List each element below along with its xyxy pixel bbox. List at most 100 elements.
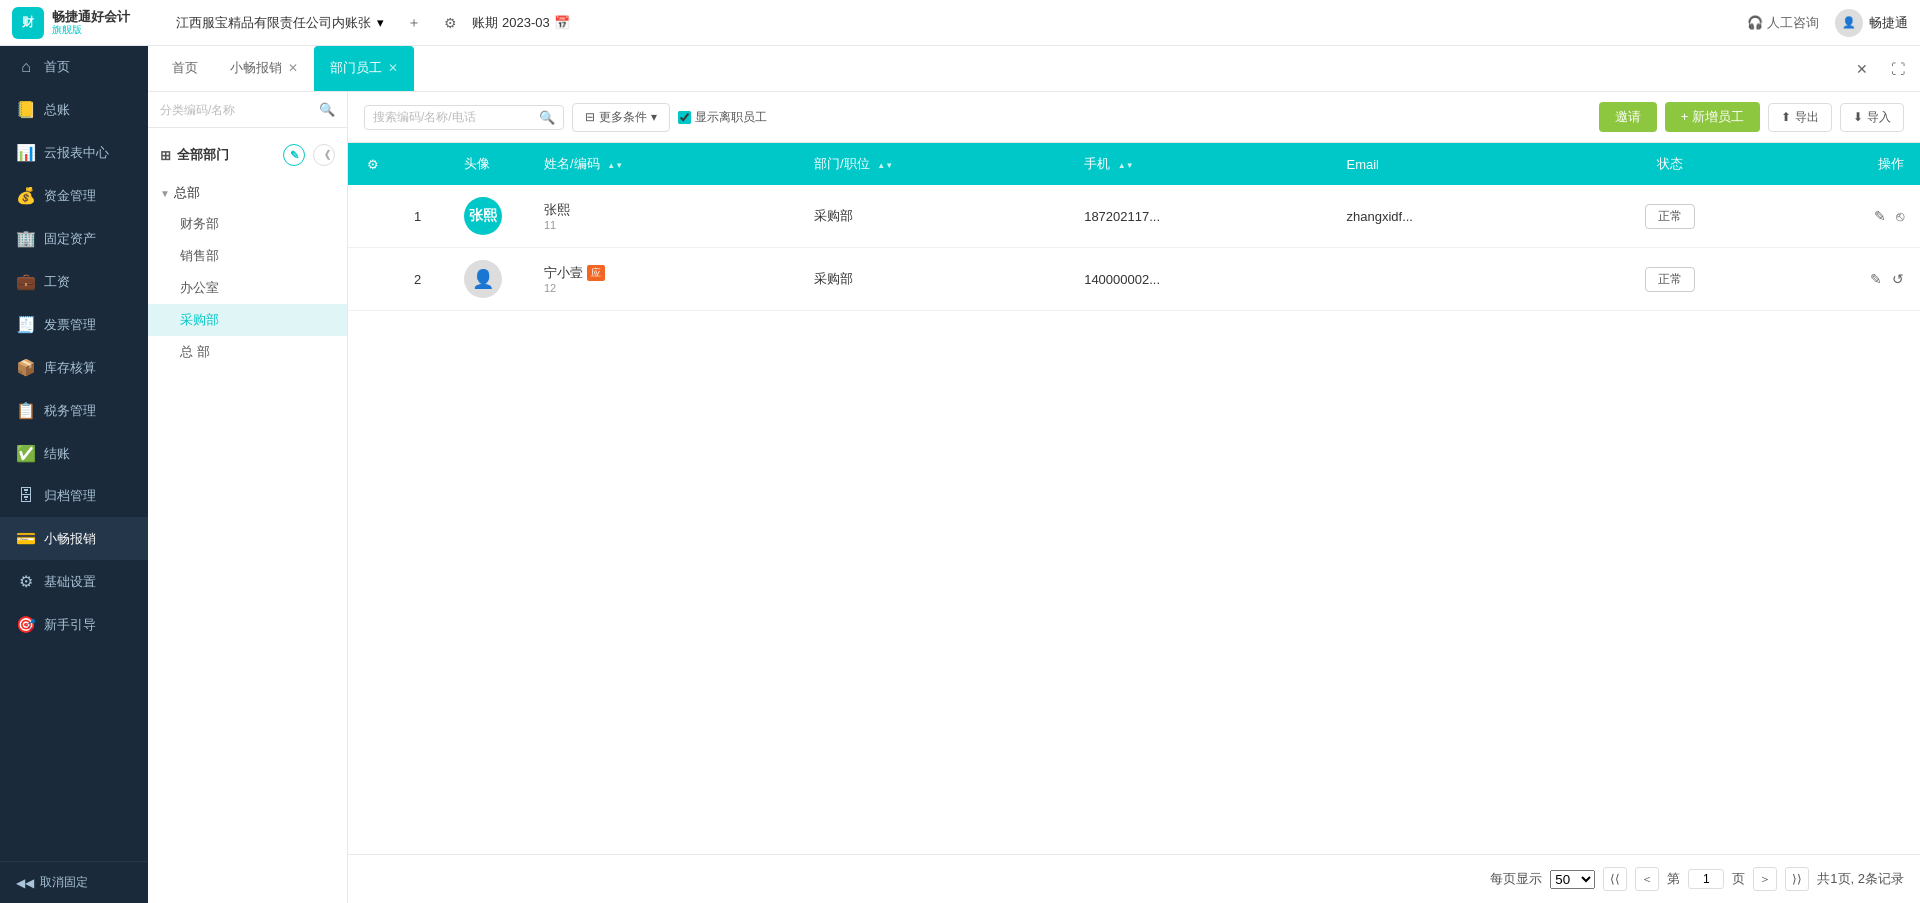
sidebar-item-closing[interactable]: ✅ 结账 <box>0 432 148 475</box>
sidebar-item-guide[interactable]: 🎯 新手引导 <box>0 603 148 646</box>
tab-close-all[interactable]: ✕ <box>1848 55 1876 83</box>
sidebar-item-reports[interactable]: 📊 云报表中心 <box>0 131 148 174</box>
settings-icon[interactable]: ⚙ <box>436 9 464 37</box>
page-size-select[interactable]: 50 20 100 <box>1550 870 1595 889</box>
table-header-row: ⚙ 头像 姓名/编码 ▲▼ <box>348 143 1920 185</box>
dept-all-item[interactable]: ⊞ 全部部门 ✎ 《 <box>148 136 347 174</box>
page-number-input[interactable] <box>1688 869 1724 889</box>
dept-sort-icon: ▲▼ <box>877 162 893 170</box>
row-index: 2 <box>398 248 448 311</box>
sidebar-item-general-ledger[interactable]: 📒 总账 <box>0 88 148 131</box>
username: 畅捷通 <box>1869 14 1908 32</box>
sidebar-item-archive[interactable]: 🗄 归档管理 <box>0 475 148 517</box>
logo-icon: 财 <box>12 7 44 39</box>
import-label: 导入 <box>1867 109 1891 126</box>
page-size-label: 每页显示 <box>1490 870 1542 888</box>
tab-expense[interactable]: 小畅报销 ✕ <box>214 46 314 91</box>
dept-group-header[interactable]: ▼ 总部 <box>148 178 347 208</box>
sidebar-item-settings[interactable]: ⚙ 基础设置 <box>0 560 148 603</box>
inventory-icon: 📦 <box>16 358 36 377</box>
dept-item-caiwubu[interactable]: 财务部 <box>148 208 347 240</box>
col-settings[interactable]: ⚙ <box>348 143 398 185</box>
dept-search-area: 🔍 <box>148 92 347 128</box>
col-dept[interactable]: 部门/职位 ▲▼ <box>798 143 1068 185</box>
status-badge: 正常 <box>1645 267 1695 292</box>
show-resigned-checkbox[interactable] <box>678 111 691 124</box>
sidebar-item-inventory[interactable]: 📦 库存核算 <box>0 346 148 389</box>
dept-item-caigoubu[interactable]: 采购部 <box>148 304 347 336</box>
sidebar-label-inventory: 库存核算 <box>44 359 96 377</box>
import-button[interactable]: ⬇ 导入 <box>1840 103 1904 132</box>
page-prev-button[interactable]: ＜ <box>1635 867 1659 891</box>
employees-table-element: ⚙ 头像 姓名/编码 ▲▼ <box>348 143 1920 311</box>
col-name[interactable]: 姓名/编码 ▲▼ <box>528 143 798 185</box>
tab-expand[interactable]: ⛶ <box>1884 55 1912 83</box>
dept-search-input[interactable] <box>160 103 313 117</box>
col-phone[interactable]: 手机 ▲▼ <box>1068 143 1330 185</box>
row-checkbox-cell <box>348 248 398 311</box>
page-content: 🔍 ⊞ 全部部门 ✎ 《 ▼ 总部 财 <box>148 92 1920 903</box>
user-info[interactable]: 👤 畅捷通 <box>1835 9 1908 37</box>
filter-label: 更多条件 <box>599 109 647 126</box>
col-index <box>398 143 448 185</box>
tab-employees[interactable]: 部门员工 ✕ <box>314 46 414 91</box>
row-dept-cell: 采购部 <box>798 248 1068 311</box>
dept-item-bangongshi[interactable]: 办公室 <box>148 272 347 304</box>
header-right: 🎧 人工咨询 👤 畅捷通 <box>1747 9 1908 37</box>
pagination-bar: 每页显示 50 20 100 ⟨⟨ ＜ 第 页 ＞ ⟩⟩ 共1页, 2条记录 <box>348 854 1920 903</box>
user-avatar: 👤 <box>1835 9 1863 37</box>
home-icon: ⌂ <box>16 58 36 76</box>
filter-button[interactable]: ⊟ 更多条件 ▾ <box>572 103 670 132</box>
add-employee-button[interactable]: + 新增员工 <box>1665 102 1760 132</box>
dept-collapse-button[interactable]: 《 <box>313 144 335 166</box>
top-header: 财 畅捷通好会计 旗舰版 江西服宝精品有限责任公司内账张 ▾ ＋ ⚙ 账期 20… <box>0 0 1920 46</box>
tab-home[interactable]: 首页 <box>156 46 214 91</box>
guide-icon: 🎯 <box>16 615 36 634</box>
edit-icon[interactable]: ✎ <box>1870 271 1882 287</box>
sidebar-item-home[interactable]: ⌂ 首页 <box>0 46 148 88</box>
tab-expense-close[interactable]: ✕ <box>288 61 298 75</box>
sidebar-item-invoices[interactable]: 🧾 发票管理 <box>0 303 148 346</box>
closing-icon: ✅ <box>16 444 36 463</box>
import-icon: ⬇ <box>1853 110 1863 124</box>
company-name: 江西服宝精品有限责任公司内账张 <box>176 14 371 32</box>
dept-search-icon[interactable]: 🔍 <box>319 102 335 117</box>
company-selector[interactable]: 江西服宝精品有限责任公司内账张 ▾ <box>168 10 392 36</box>
tab-employees-close[interactable]: ✕ <box>388 61 398 75</box>
export-button[interactable]: ⬆ 导出 <box>1768 103 1832 132</box>
toolbar-right: 邀请 + 新增员工 ⬆ 导出 ⬇ 导入 <box>1599 102 1904 132</box>
app-subtitle: 旗舰版 <box>52 24 130 36</box>
sidebar-label-tax: 税务管理 <box>44 402 96 420</box>
sidebar-label-payroll: 工资 <box>44 273 70 291</box>
page-last-button[interactable]: ⟩⟩ <box>1785 867 1809 891</box>
row-checkbox-cell <box>348 185 398 248</box>
table-settings-icon[interactable]: ⚙ <box>364 157 382 172</box>
sidebar-label-assets: 固定资产 <box>44 230 96 248</box>
page-next-button[interactable]: ＞ <box>1753 867 1777 891</box>
add-button[interactable]: ＋ <box>400 9 428 37</box>
dept-all-label: 全部部门 <box>177 146 229 164</box>
service-button[interactable]: 🎧 人工咨询 <box>1747 14 1819 32</box>
sidebar-item-tax[interactable]: 📋 税务管理 <box>0 389 148 432</box>
delete-icon[interactable]: ↺ <box>1892 271 1904 287</box>
edit-icon[interactable]: ✎ <box>1874 208 1886 224</box>
pin-toggle[interactable]: ◀◀ 取消固定 <box>0 861 148 903</box>
sidebar-item-assets[interactable]: 🏢 固定资产 <box>0 217 148 260</box>
col-email: Email <box>1330 143 1570 185</box>
logout-icon[interactable]: ⎋ <box>1896 208 1904 224</box>
dept-item-xiaoshoubu[interactable]: 销售部 <box>148 240 347 272</box>
employee-search-input[interactable] <box>373 110 535 124</box>
expense-icon: 💳 <box>16 529 36 548</box>
dept-edit-button[interactable]: ✎ <box>283 144 305 166</box>
sidebar-item-funds[interactable]: 💰 资金管理 <box>0 174 148 217</box>
sidebar-item-payroll[interactable]: 💼 工资 <box>0 260 148 303</box>
sidebar-item-expense[interactable]: 💳 小畅报销 <box>0 517 148 560</box>
page-first-button[interactable]: ⟨⟨ <box>1603 867 1627 891</box>
show-resigned-wrap[interactable]: 显示离职员工 <box>678 109 767 126</box>
invite-button[interactable]: 邀请 <box>1599 102 1657 132</box>
period-selector[interactable]: 账期 2023-03 📅 <box>472 14 570 32</box>
content-area: 首页 小畅报销 ✕ 部门员工 ✕ ✕ ⛶ 🔍 <box>148 46 1920 903</box>
expand-arrow-icon: ▼ <box>160 188 170 199</box>
dept-item-zongbu[interactable]: 总 部 <box>148 336 347 368</box>
row-phone-cell: 187202117... <box>1068 185 1330 248</box>
